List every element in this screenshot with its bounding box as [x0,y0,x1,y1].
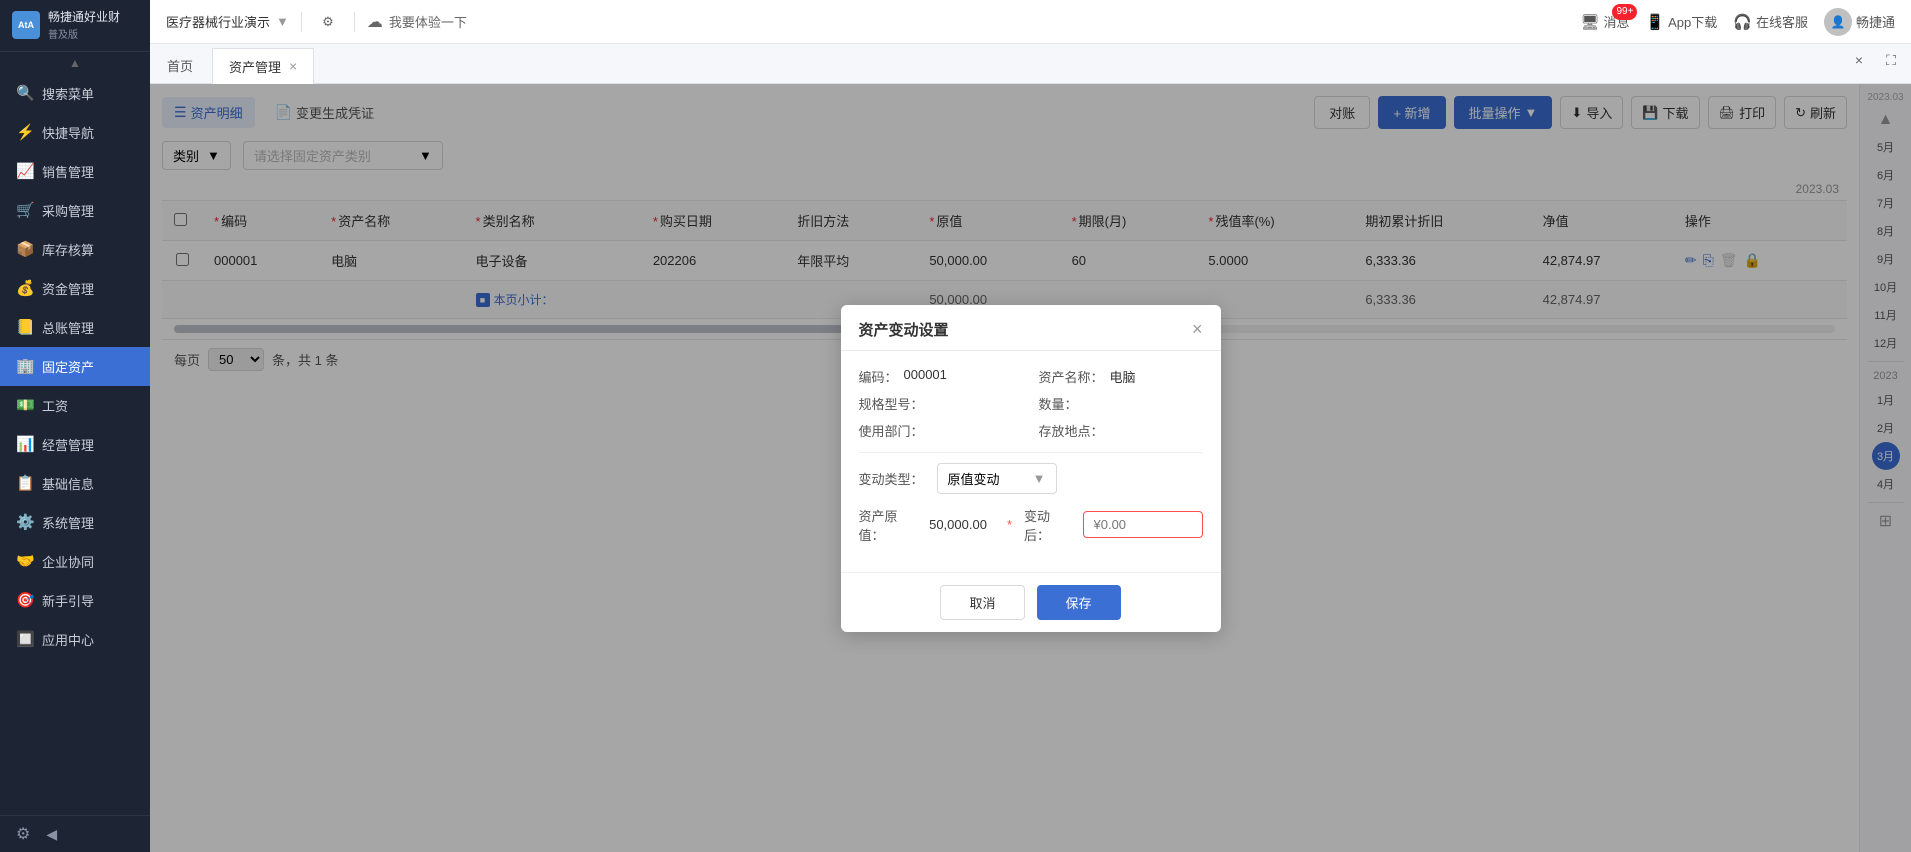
sidebar-item-basic-info[interactable]: 📋 基础信息 [0,464,150,503]
sidebar-item-search[interactable]: 🔍 搜索菜单 [0,74,150,113]
sidebar-item-quick-nav[interactable]: ⚡ 快捷导航 [0,113,150,152]
avatar: 👤 [1824,8,1852,36]
modal-body: 编码： 000001 资产名称： 电脑 规格型号： 数量： [841,351,1221,572]
change-type-select[interactable]: 原值变动 ▼ [937,463,1057,494]
modal-field-quantity: 数量： [1039,394,1203,413]
modal-info-grid: 编码： 000001 资产名称： 电脑 规格型号： 数量： [859,367,1203,440]
sidebar-item-finance[interactable]: 💰 资金管理 [0,269,150,308]
sidebar-item-enterprise[interactable]: 🤝 企业协同 [0,542,150,581]
sidebar-item-ledger[interactable]: 📒 总账管理 [0,308,150,347]
main-area: 医疗器械行业演示 ▼ ⚙ ☁ 我要体验一下 🖥 消息 99+ 📱 App下载 🎧… [150,0,1911,852]
guide-icon: 🎯 [16,591,34,609]
sidebar-bottom: ⚙ ◀ [0,815,150,852]
sidebar-collapse-icon[interactable]: ◀ [46,826,57,843]
modal-overlay: 资产变动设置 × 编码： 000001 资产名称： 电脑 [150,84,1911,852]
required-star: * [1007,517,1012,532]
fixed-assets-icon: 🏢 [16,357,34,375]
online-service-btn[interactable]: 🎧 在线客服 [1733,12,1808,31]
system-icon: ⚙️ [16,513,34,531]
sidebar-item-fixed-assets[interactable]: 🏢 固定资产 [0,347,150,386]
mobile-icon: 📱 [1645,13,1664,31]
asset-change-modal: 资产变动设置 × 编码： 000001 资产名称： 电脑 [841,305,1221,632]
notification-icon: 🖥 [1580,13,1599,31]
basic-info-icon: 📋 [16,474,34,492]
cloud-icon: ☁ [367,12,383,32]
sidebar-item-salary[interactable]: 💵 工资 [0,386,150,425]
app-logo: AtA 畅捷通好业财 普及版 [0,0,150,52]
modal-field-department: 使用部门： [859,421,1023,440]
sidebar-item-guide[interactable]: 🎯 新手引导 [0,581,150,620]
topbar-divider2 [354,12,355,32]
select-dropdown-icon: ▼ [1033,471,1046,486]
modal-original-value: 50,000.00 [929,517,987,532]
sidebar-item-operations[interactable]: 📊 经营管理 [0,425,150,464]
app-download-btn[interactable]: 📱 App下载 [1645,12,1717,31]
quick-nav-icon: ⚡ [16,123,34,141]
purchase-icon: 🛒 [16,201,34,219]
app-name: 畅捷通好业财 [48,10,120,26]
sidebar: AtA 畅捷通好业财 普及版 ▲ 🔍 搜索菜单 ⚡ 快捷导航 📈 销售管理 🛒 … [0,0,150,852]
content-area: ☰ 资产明细 📄 变更生成凭证 对账 + 新增 批量操作 ▼ [150,84,1911,852]
app-version: 普及版 [48,26,120,41]
modal-field-location: 存放地点： [1039,421,1203,440]
modal-close-btn[interactable]: × [1192,319,1203,340]
dropdown-icon[interactable]: ▼ [276,14,289,29]
enterprise-icon: 🤝 [16,552,34,570]
maximize-window-btn[interactable]: ⛶ [1879,48,1903,72]
ledger-icon: 📒 [16,318,34,336]
sidebar-item-inventory[interactable]: 📦 库存核算 [0,230,150,269]
cancel-button[interactable]: 取消 [940,585,1024,620]
modal-field-code: 编码： 000001 [859,367,1023,386]
operations-icon: 📊 [16,435,34,453]
inventory-icon: 📦 [16,240,34,258]
close-window-btn[interactable]: × [1847,48,1871,72]
sidebar-menu: 🔍 搜索菜单 ⚡ 快捷导航 📈 销售管理 🛒 采购管理 📦 库存核算 💰 资金管… [0,74,150,815]
window-controls: × ⛶ [1847,48,1903,72]
save-button[interactable]: 保存 [1037,585,1121,620]
modal-original-value-row: 资产原值： 50,000.00 * 变动后： [859,506,1203,544]
modal-header: 资产变动设置 × [841,305,1221,351]
user-profile-btn[interactable]: 👤 畅捷通 [1824,8,1895,36]
salary-icon: 💵 [16,396,34,414]
sidebar-settings-icon[interactable]: ⚙ [16,824,30,844]
experience-btn[interactable]: ☁ 我要体验一下 [367,12,467,32]
modal-title: 资产变动设置 [859,319,949,340]
sales-icon: 📈 [16,162,34,180]
finance-icon: 💰 [16,279,34,297]
notification-badge: 99+ [1612,4,1637,20]
search-icon: 🔍 [16,84,34,102]
modal-field-asset-name: 资产名称： 电脑 [1039,367,1203,386]
headset-icon: 🎧 [1733,13,1752,31]
sidebar-item-purchase[interactable]: 🛒 采购管理 [0,191,150,230]
modal-field-spec: 规格型号： [859,394,1023,413]
notifications-btn[interactable]: 🖥 消息 99+ [1580,12,1629,31]
topbar: 医疗器械行业演示 ▼ ⚙ ☁ 我要体验一下 🖥 消息 99+ 📱 App下载 🎧… [150,0,1911,44]
company-name: 医疗器械行业演示 ▼ [166,12,289,31]
after-change-label: 变动后： [1024,506,1071,544]
logo-icon: AtA [12,11,40,39]
tab-close-icon[interactable]: × [289,58,297,74]
topbar-divider [301,12,302,32]
sidebar-item-system[interactable]: ⚙️ 系统管理 [0,503,150,542]
modal-footer: 取消 保存 [841,572,1221,632]
tab-asset-management[interactable]: 资产管理 × [212,48,314,84]
after-change-input[interactable] [1083,511,1203,538]
sidebar-scroll-up[interactable]: ▲ [0,52,150,74]
modal-change-type-row: 变动类型： 原值变动 ▼ [859,463,1203,494]
sidebar-item-sales[interactable]: 📈 销售管理 [0,152,150,191]
tab-home[interactable]: 首页 [150,47,210,83]
app-center-icon: 🔲 [16,630,34,648]
sidebar-item-app-center[interactable]: 🔲 应用中心 [0,620,150,659]
modal-divider [859,452,1203,453]
tabbar: 首页 资产管理 × × ⛶ [150,44,1911,84]
topbar-settings-icon[interactable]: ⚙ [314,8,342,36]
topbar-right: 🖥 消息 99+ 📱 App下载 🎧 在线客服 👤 畅捷通 [1580,8,1895,36]
